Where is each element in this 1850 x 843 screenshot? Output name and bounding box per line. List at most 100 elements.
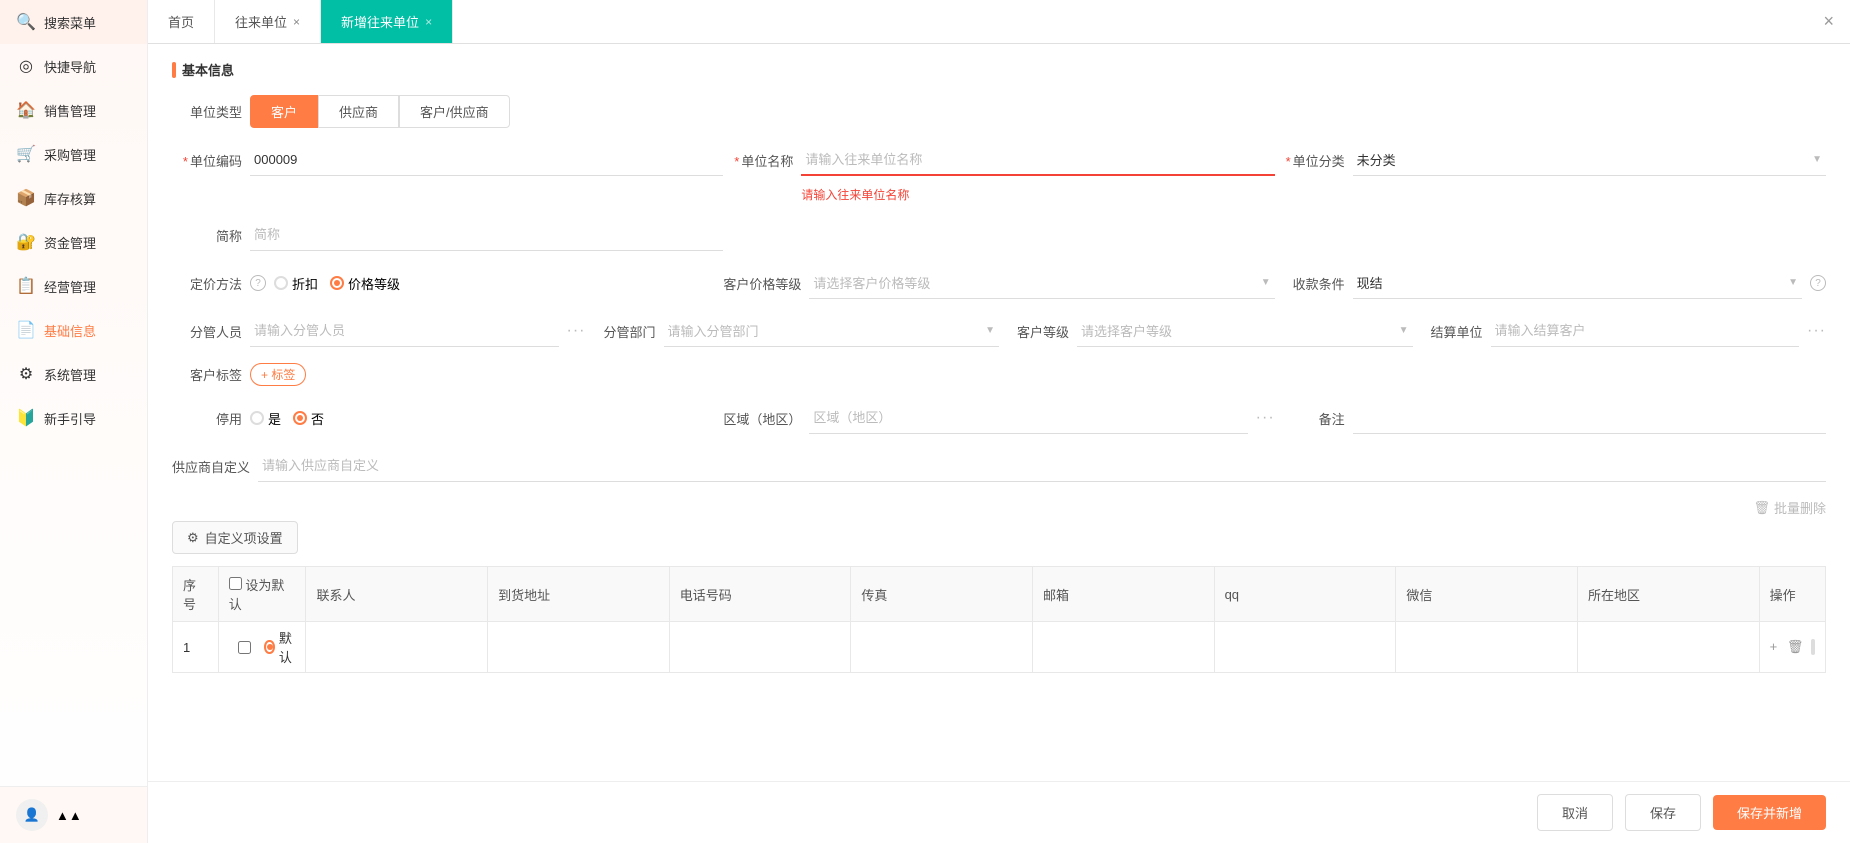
supervisor-label: 分管人员 [172, 322, 242, 341]
supervisor-input[interactable] [250, 315, 559, 347]
supplier-custom-input[interactable] [258, 450, 1826, 482]
batch-delete-area[interactable]: 🗑 批量删除 [172, 498, 1826, 517]
sidebar-item-label: 新手引导 [44, 409, 96, 428]
close-all-tabs[interactable]: × [1807, 11, 1850, 32]
save-new-button[interactable]: 保存并新增 [1713, 795, 1826, 830]
disable-label: 停用 [172, 409, 242, 428]
row-drag-handle[interactable] [1811, 639, 1815, 655]
sidebar-item-finance[interactable]: 🔐 资金管理 [0, 220, 147, 264]
customer-level-select[interactable]: 请选择客户等级 ▼ [1077, 315, 1413, 347]
radio-no[interactable]: 否 [293, 409, 324, 428]
tab-new-partner[interactable]: 新增往来单位 × [321, 0, 453, 43]
cell-region[interactable] [1577, 622, 1759, 673]
default-radio-circle [264, 640, 274, 654]
dept-field: 分管部门 请输入分管部门 ▼ [586, 315, 1000, 347]
row-checkbox[interactable] [229, 641, 261, 654]
btn-customer[interactable]: 客户 [250, 95, 318, 128]
remark-input[interactable] [1353, 402, 1826, 434]
operations-icon: 📋 [16, 276, 36, 296]
default-radio[interactable]: 默认 [264, 628, 295, 666]
qq-input[interactable] [1225, 640, 1386, 655]
region-input[interactable] [809, 402, 1247, 434]
supplier-custom-label: 供应商自定义 [172, 457, 250, 476]
supervisor-field: 分管人员 ··· [172, 315, 586, 347]
sidebar-item-label: 资金管理 [44, 233, 96, 252]
settlement-input[interactable] [1491, 315, 1800, 347]
default-label: 默认 [279, 628, 296, 666]
btn-both[interactable]: 客户/供应商 [399, 95, 510, 128]
add-row-btn[interactable]: + [1770, 639, 1778, 654]
sidebar-item-purchase[interactable]: 🛒 采购管理 [0, 132, 147, 176]
radio-no-circle [293, 411, 307, 425]
sidebar-item-search[interactable]: 🔍 搜索菜单 [0, 0, 147, 44]
inventory-icon: 📦 [16, 188, 36, 208]
cell-fax[interactable] [851, 622, 1033, 673]
settlement-label: 结算单位 [1413, 322, 1483, 341]
short-name-input[interactable] [250, 219, 723, 251]
contact-table: 序号 设为默认 联系人 到货地址 电话号码 传真 邮箱 qq 微信 所在地区 操… [172, 566, 1826, 673]
unit-info-row: 单位编码 单位名称 请输入往来单位名称 单位分类 未分类 ▼ [172, 144, 1826, 203]
radio-yes[interactable]: 是 [250, 409, 281, 428]
unit-category-select[interactable]: 未分类 ▼ [1353, 144, 1826, 176]
settlement-dots[interactable]: ··· [1807, 322, 1826, 340]
payment-terms-select[interactable]: 现结 ▼ [1353, 267, 1802, 299]
guide-icon: 🔰 [16, 408, 36, 428]
cancel-button[interactable]: 取消 [1537, 794, 1613, 831]
cell-wechat[interactable] [1396, 622, 1578, 673]
sidebar-item-label: 经营管理 [44, 277, 96, 296]
email-input[interactable] [1043, 640, 1204, 655]
cell-phone[interactable] [669, 622, 851, 673]
sidebar-item-operations[interactable]: 📋 经营管理 [0, 264, 147, 308]
delete-row-btn[interactable]: 🗑 [1787, 639, 1804, 654]
unit-category-field: 单位分类 未分类 ▼ [1275, 144, 1826, 176]
phone-input[interactable] [680, 640, 841, 655]
dept-placeholder: 请输入分管部门 [668, 321, 986, 340]
sidebar-item-quick-nav[interactable]: ◎ 快捷导航 [0, 44, 147, 88]
cell-contact[interactable] [306, 622, 488, 673]
tab-new-partner-close[interactable]: × [425, 15, 432, 29]
customer-price-select[interactable]: 请选择客户价格等级 ▼ [809, 267, 1274, 299]
sidebar: 🔍 搜索菜单 ◎ 快捷导航 🏠 销售管理 🛒 采购管理 📦 库存核算 🔐 资金管… [0, 0, 148, 843]
btn-supplier[interactable]: 供应商 [318, 95, 399, 128]
sidebar-item-sales[interactable]: 🏠 销售管理 [0, 88, 147, 132]
custom-settings-button[interactable]: ⚙ 自定义项设置 [172, 521, 298, 554]
supplier-custom-row: 供应商自定义 [172, 450, 1826, 482]
radio-price-level[interactable]: 价格等级 [330, 274, 400, 293]
dept-select[interactable]: 请输入分管部门 ▼ [664, 315, 1000, 347]
customer-level-field: 客户等级 请选择客户等级 ▼ [999, 315, 1413, 347]
tab-partners[interactable]: 往来单位 × [215, 0, 321, 43]
pricing-help-icon[interactable]: ? [250, 275, 266, 291]
tab-partners-close[interactable]: × [293, 15, 300, 29]
sidebar-item-guide[interactable]: 🔰 新手引导 [0, 396, 147, 440]
table-header-row: 序号 设为默认 联系人 到货地址 电话号码 传真 邮箱 qq 微信 所在地区 操… [173, 567, 1826, 622]
unit-code-input[interactable] [250, 144, 723, 176]
tab-bar: 首页 往来单位 × 新增往来单位 × × [148, 0, 1850, 44]
finance-icon: 🔐 [16, 232, 36, 252]
wechat-input[interactable] [1406, 640, 1567, 655]
region-dots[interactable]: ··· [1256, 409, 1275, 427]
fax-input[interactable] [861, 640, 1022, 655]
select-all-checkbox[interactable] [229, 577, 242, 590]
radio-discount[interactable]: 折扣 [274, 274, 318, 293]
contact-input[interactable] [316, 640, 477, 655]
add-tag-button[interactable]: + 标签 [250, 363, 306, 386]
region-cell-input[interactable] [1588, 640, 1749, 655]
disable-row: 停用 是 否 区域（地区） ··· 备注 [172, 402, 1826, 434]
cell-address[interactable] [488, 622, 670, 673]
customer-level-chevron: ▼ [1399, 325, 1409, 336]
sidebar-item-basic-info[interactable]: 📄 基础信息 [0, 308, 147, 352]
basic-info-icon: 📄 [16, 320, 36, 340]
payment-terms-value: 现结 [1357, 273, 1788, 292]
cell-email[interactable] [1032, 622, 1214, 673]
supervisor-dots[interactable]: ··· [567, 322, 586, 340]
sidebar-item-label: 系统管理 [44, 365, 96, 384]
unit-name-input[interactable] [801, 144, 1274, 176]
cell-qq[interactable] [1214, 622, 1396, 673]
payment-help-icon[interactable]: ? [1810, 275, 1826, 291]
address-input[interactable] [498, 640, 659, 655]
tab-home[interactable]: 首页 [148, 0, 215, 43]
sidebar-item-inventory[interactable]: 📦 库存核算 [0, 176, 147, 220]
sidebar-item-system[interactable]: ⚙ 系统管理 [0, 352, 147, 396]
col-default: 设为默认 [218, 567, 306, 622]
save-button[interactable]: 保存 [1625, 794, 1701, 831]
